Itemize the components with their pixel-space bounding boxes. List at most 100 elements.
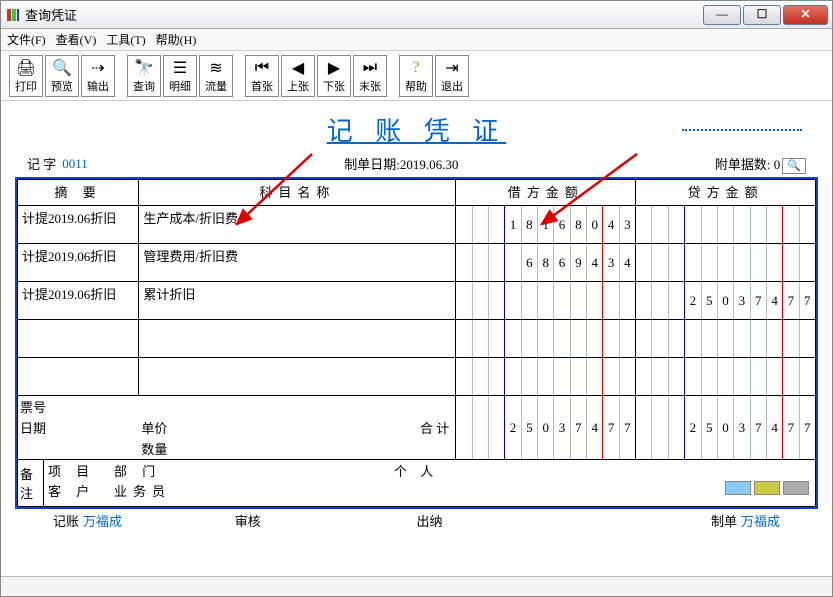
- table-row[interactable]: 计提2019.06折旧累计折旧 25037477: [18, 282, 816, 320]
- flow-icon: ≋: [209, 58, 222, 78]
- signature-row: 记账万福成 审核 出纳 制单万福成: [13, 509, 820, 530]
- detail-button[interactable]: ☰明细: [163, 55, 197, 97]
- preview-icon: 🔍: [52, 58, 72, 78]
- subject-cell: 生产成本/折旧费: [139, 206, 456, 244]
- decor-underline: [682, 129, 802, 131]
- sig-audit: 审核: [235, 514, 261, 529]
- subject-cell: 管理费用/折旧费: [139, 244, 456, 282]
- debit-cell: 6869434: [456, 244, 636, 282]
- window-controls: — ☐ ✕: [703, 5, 828, 25]
- last-button[interactable]: ⏭末张: [353, 55, 387, 97]
- exit-button[interactable]: ⇥退出: [435, 55, 469, 97]
- output-icon: ⇢: [91, 58, 104, 78]
- print-button[interactable]: 🖨打印: [9, 55, 43, 97]
- next-icon: ▶: [328, 58, 340, 78]
- debit-cell: [456, 282, 636, 320]
- statusbar: [1, 576, 832, 596]
- help-icon: ?: [412, 58, 419, 78]
- col-subject: 科目名称: [139, 180, 456, 206]
- remark-label: 备注: [18, 460, 44, 506]
- subject-cell: 累计折旧: [139, 282, 456, 320]
- menu-file[interactable]: 文件(F): [7, 31, 46, 48]
- voucher-date: 2019.06.30: [400, 157, 459, 172]
- credit-cell: [636, 244, 816, 282]
- date-label: 制单日期:: [344, 157, 400, 172]
- last-icon: ⏭: [363, 58, 377, 78]
- toolbar: 🖨打印 🔍预览 ⇢输出 🔭查询 ☰明细 ≋流量 ⏮首张 ◀上张 ▶下张 ⏭末张 …: [1, 51, 832, 101]
- next-button[interactable]: ▶下张: [317, 55, 351, 97]
- dept-label: 部 门: [114, 461, 394, 480]
- debit-cell: [456, 358, 636, 396]
- help-button[interactable]: ?帮助: [399, 55, 433, 97]
- table-row[interactable]: [18, 320, 816, 358]
- voucher-table: 摘 要 科目名称 借方金额 贷方金额 计提2019.06折旧生产成本/折旧费18…: [17, 179, 816, 507]
- summary-cell: 计提2019.06折旧: [18, 206, 139, 244]
- first-icon: ⏮: [255, 58, 269, 78]
- col-summary: 摘 要: [18, 180, 139, 206]
- minimize-button[interactable]: —: [703, 5, 741, 25]
- menu-tool[interactable]: 工具(T): [106, 31, 145, 48]
- menu-help[interactable]: 帮助(H): [156, 31, 197, 48]
- summary-cell: 计提2019.06折旧: [18, 282, 139, 320]
- maximize-button[interactable]: ☐: [743, 5, 781, 25]
- attach-label: 附单据数:: [715, 157, 771, 172]
- col-debit: 借方金额: [456, 180, 636, 206]
- table-row[interactable]: [18, 358, 816, 396]
- summary-cell: [18, 358, 139, 396]
- table-row[interactable]: 计提2019.06折旧生产成本/折旧费18168043: [18, 206, 816, 244]
- query-button[interactable]: 🔭查询: [127, 55, 161, 97]
- mini-icon-1[interactable]: [725, 481, 751, 495]
- close-button[interactable]: ✕: [783, 5, 828, 25]
- sig-cashier: 出纳: [417, 514, 443, 529]
- output-button[interactable]: ⇢输出: [81, 55, 115, 97]
- app-window: 查询凭证 — ☐ ✕ 文件(F) 查看(V) 工具(T) 帮助(H) 🖨打印 🔍…: [0, 0, 833, 597]
- mini-icon-2[interactable]: [754, 481, 780, 495]
- customer-label: 客 户: [44, 481, 114, 500]
- voucher-header: 记 字 0011 制单日期:2019.06.30 附单据数: 0🔍: [13, 154, 820, 177]
- sig-maker: 制单: [711, 514, 737, 529]
- printer-icon: 🖨: [16, 58, 36, 78]
- content-area: 记 账 凭 证 记 字 0011 制单日期:2019.06.30 附单据数: 0…: [1, 101, 832, 560]
- window-title: 查询凭证: [25, 5, 703, 24]
- voucher-footer: 备注 项 目 部 门 个 人 客 户 业务员: [18, 460, 815, 506]
- exit-icon: ⇥: [445, 58, 458, 78]
- sig-book-name: 万福成: [83, 514, 122, 529]
- char-label: 记 字: [27, 154, 56, 173]
- voucher-box: 摘 要 科目名称 借方金额 贷方金额 计提2019.06折旧生产成本/折旧费18…: [15, 177, 818, 509]
- first-button[interactable]: ⏮首张: [245, 55, 279, 97]
- project-label: 项 目: [44, 461, 114, 480]
- sig-maker-name: 万福成: [741, 514, 780, 529]
- preview-button[interactable]: 🔍预览: [45, 55, 79, 97]
- ticket-label: 票号: [18, 396, 68, 417]
- summary-cell: [18, 320, 139, 358]
- table-row[interactable]: 计提2019.06折旧管理费用/折旧费6869434: [18, 244, 816, 282]
- debit-cell: 18168043: [456, 206, 636, 244]
- app-icon: [5, 7, 21, 23]
- credit-cell: [636, 206, 816, 244]
- debit-total-cell: 25037477: [456, 396, 636, 460]
- credit-total-cell: 25037477: [636, 396, 816, 460]
- prev-button[interactable]: ◀上张: [281, 55, 315, 97]
- sig-book: 记账: [53, 514, 79, 529]
- attach-count: 0: [774, 157, 781, 172]
- flow-button[interactable]: ≋流量: [199, 55, 233, 97]
- credit-cell: [636, 358, 816, 396]
- subject-cell: [139, 320, 456, 358]
- detail-icon: ☰: [173, 58, 187, 78]
- binoculars-icon: 🔭: [134, 58, 154, 78]
- col-credit: 贷方金额: [636, 180, 816, 206]
- salesman-label: 业务员: [114, 481, 394, 500]
- prev-icon: ◀: [292, 58, 304, 78]
- person-label: 个 人: [394, 461, 594, 480]
- menubar: 文件(F) 查看(V) 工具(T) 帮助(H): [1, 29, 832, 51]
- zoom-icon[interactable]: 🔍: [782, 158, 806, 174]
- titlebar: 查询凭证 — ☐ ✕: [1, 1, 832, 29]
- mini-icon-3[interactable]: [783, 481, 809, 495]
- debit-cell: [456, 320, 636, 358]
- subject-cell: [139, 358, 456, 396]
- price-label: 单价: [68, 417, 241, 438]
- credit-cell: 25037477: [636, 282, 816, 320]
- menu-view[interactable]: 查看(V): [56, 31, 97, 48]
- voucher-number: 0011: [62, 156, 88, 172]
- qty-label: 数量: [68, 438, 241, 459]
